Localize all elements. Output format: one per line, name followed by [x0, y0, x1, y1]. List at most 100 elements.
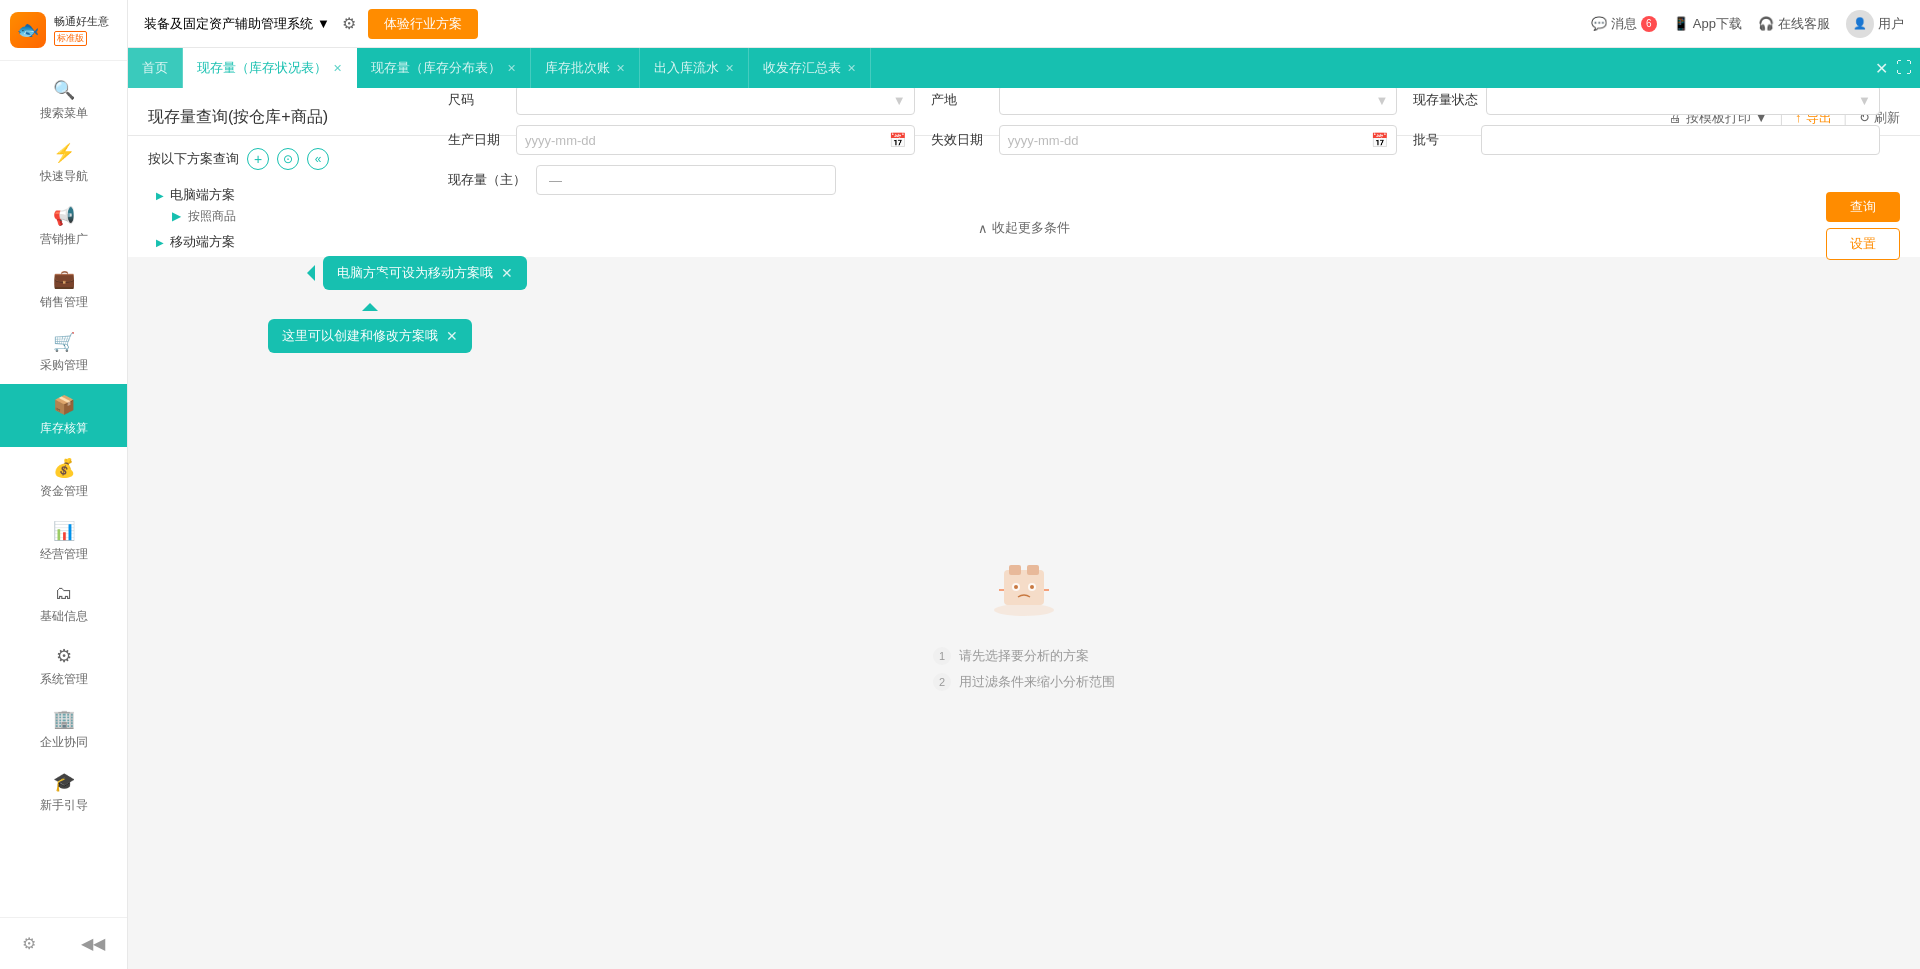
empty-state: 1 请先选择要分析的方案 2 用过滤条件来缩小分析范围	[128, 257, 1920, 969]
search-button[interactable]: 查询	[1826, 192, 1900, 222]
sidebar-item-sales[interactable]: 💼 销售管理	[0, 258, 127, 321]
user-item[interactable]: 👤 用户	[1846, 10, 1904, 38]
prod-date-input[interactable]: yyyy-mm-dd 📅	[516, 125, 915, 155]
stock-qty-range[interactable]: —	[536, 165, 836, 195]
sidebar-item-guide[interactable]: 🎓 新手引导	[0, 761, 127, 824]
tab-close-icon[interactable]: ✕	[333, 62, 342, 75]
filter-row-4: 现存量（主） —	[448, 165, 1880, 195]
tab-home[interactable]: 首页	[128, 48, 183, 88]
sidebar-item-finance[interactable]: 💰 资金管理	[0, 447, 127, 510]
filter-field-batch: 批号	[1413, 125, 1880, 155]
support-label: 在线客服	[1778, 15, 1830, 33]
tab-batch-account[interactable]: 库存批次账 ✕	[531, 48, 640, 88]
prod-date-label: 生产日期	[448, 131, 508, 149]
tab-in-out-flow-label: 出入库流水	[654, 59, 719, 77]
filter-field-prod-date: 生产日期 yyyy-mm-dd 📅	[448, 125, 915, 155]
sidebar-logo: 🐟 畅通好生意 标准版	[0, 0, 127, 61]
tab-inventory-status-label: 现存量（库存状况表）	[197, 59, 327, 77]
purchase-icon: 🛒	[53, 331, 75, 353]
sidebar-item-label: 经营管理	[40, 546, 88, 563]
system-title-select[interactable]: 装备及固定资产辅助管理系统 ▼	[144, 15, 330, 33]
collapse-button[interactable]: ∧ 收起更多条件	[978, 219, 1070, 237]
svg-rect-2	[1009, 565, 1021, 575]
sidebar-item-marketing[interactable]: 📢 营销推广	[0, 195, 127, 258]
app-download-item[interactable]: 📱 App下载	[1673, 15, 1742, 33]
svg-rect-1	[1004, 570, 1044, 605]
sidebar-item-label: 基础信息	[40, 608, 88, 625]
notification-label: 消息	[1611, 15, 1637, 33]
sidebar-item-label: 快速导航	[40, 168, 88, 185]
sidebar-item-label: 资金管理	[40, 483, 88, 500]
trial-button[interactable]: 体验行业方案	[368, 9, 478, 39]
system-title-text: 装备及固定资产辅助管理系统	[144, 15, 313, 33]
collapse-label: 收起更多条件	[992, 219, 1070, 237]
sidebar-item-label: 销售管理	[40, 294, 88, 311]
sidebar-nav: 🔍 搜索菜单 ⚡ 快速导航 📢 营销推广 💼 销售管理 🛒 采购管理 📦 库存核…	[0, 61, 127, 917]
tab-inventory-dist[interactable]: 现存量（库存分布表） ✕	[357, 48, 531, 88]
stock-status-select[interactable]: ▼	[1486, 88, 1880, 115]
support-item[interactable]: 🎧 在线客服	[1758, 15, 1830, 33]
sidebar-item-purchase[interactable]: 🛒 采购管理	[0, 321, 127, 384]
expire-date-calendar-icon: 📅	[1371, 132, 1388, 148]
stock-status-arrow: ▼	[1858, 93, 1871, 108]
tooltip-pc-close-button[interactable]: ✕	[501, 265, 513, 281]
svg-point-7	[1030, 585, 1034, 589]
tab-expand-icon[interactable]: ⛶	[1896, 59, 1912, 77]
collapse-sidebar-icon[interactable]: ◀◀	[77, 930, 109, 957]
expire-date-input[interactable]: yyyy-mm-dd 📅	[999, 125, 1398, 155]
tooltip-edit-close-button[interactable]: ✕	[446, 328, 458, 344]
scheme-pc-label: 电脑端方案	[170, 186, 235, 204]
topbar: 装备及固定资产辅助管理系统 ▼ ⚙ 体验行业方案 💬 消息 6 📱 App下载 …	[128, 0, 1920, 48]
empty-illustration	[974, 535, 1074, 635]
tab-collect-summary[interactable]: 收发存汇总表 ✕	[749, 48, 871, 88]
tab-close-icon[interactable]: ✕	[847, 62, 856, 75]
setting-button[interactable]: 设置	[1826, 228, 1900, 260]
tooltip-edit-popup: 这里可以创建和修改方案哦 ✕	[268, 319, 472, 353]
notification-item[interactable]: 💬 消息 6	[1591, 15, 1657, 33]
origin-select-arrow: ▼	[1375, 93, 1388, 108]
tab-close-all-icon[interactable]: ✕	[1875, 59, 1888, 78]
tab-inventory-dist-label: 现存量（库存分布表）	[371, 59, 501, 77]
batch-input[interactable]	[1481, 125, 1880, 155]
sidebar-item-inventory[interactable]: 📦 库存核算	[0, 384, 127, 447]
sidebar-item-quick[interactable]: ⚡ 快速导航	[0, 132, 127, 195]
prod-date-calendar-icon: 📅	[889, 132, 906, 148]
guide-icon: 🎓	[53, 771, 75, 793]
filter-fields: 仓库 ··· 商品 ··· 颜色	[448, 88, 1880, 195]
filter-actions: ∧ 收起更多条件	[148, 205, 1900, 245]
scheme-mobile-label: 移动端方案	[170, 233, 235, 251]
filter-section-label: 按以下方案查询	[148, 150, 239, 168]
user-avatar: 👤	[1846, 10, 1874, 38]
tooltip-pc-text: 电脑方案可设为移动方案哦	[337, 264, 493, 282]
filter-copy-button[interactable]: ⊙	[277, 148, 299, 170]
topbar-settings-icon[interactable]: ⚙	[342, 14, 356, 33]
size-select[interactable]: ▼	[516, 88, 915, 115]
tab-close-icon[interactable]: ✕	[725, 62, 734, 75]
tab-close-icon[interactable]: ✕	[616, 62, 625, 75]
origin-label: 产地	[931, 91, 991, 109]
sidebar-item-basic[interactable]: 🗂 基础信息	[0, 573, 127, 635]
sidebar-item-system[interactable]: ⚙ 系统管理	[0, 635, 127, 698]
marketing-icon: 📢	[53, 205, 75, 227]
tab-in-out-flow[interactable]: 出入库流水 ✕	[640, 48, 749, 88]
notification-icon: 💬	[1591, 16, 1607, 31]
tab-close-icon[interactable]: ✕	[507, 62, 516, 75]
sidebar-item-search[interactable]: 🔍 搜索菜单	[0, 69, 127, 132]
phone-icon: 📱	[1673, 16, 1689, 31]
settings-bottom-icon[interactable]: ⚙	[18, 930, 40, 957]
sidebar-item-operations[interactable]: 📊 经营管理	[0, 510, 127, 573]
size-select-arrow: ▼	[893, 93, 906, 108]
scheme-expand-icon: ▶	[156, 190, 164, 201]
sidebar-item-enterprise[interactable]: 🏢 企业协同	[0, 698, 127, 761]
sidebar-bottom: ⚙ ◀◀	[0, 917, 127, 969]
filter-add-button[interactable]: +	[247, 148, 269, 170]
filter-back-button[interactable]: «	[307, 148, 329, 170]
tab-home-label: 首页	[142, 59, 168, 77]
tab-inventory-status[interactable]: 现存量（库存状况表） ✕	[183, 48, 357, 88]
origin-select[interactable]: ▼	[999, 88, 1398, 115]
filter-area: 按以下方案查询 + ⊙ « ▶ 电脑端方案 ▶ 按照商品 ▶ 移动端方案	[128, 136, 1920, 257]
filter-field-origin: 产地 ▼	[931, 88, 1398, 115]
finance-icon: 💰	[53, 457, 75, 479]
svg-rect-3	[1027, 565, 1039, 575]
empty-tip-1: 1 请先选择要分析的方案	[933, 647, 1115, 665]
